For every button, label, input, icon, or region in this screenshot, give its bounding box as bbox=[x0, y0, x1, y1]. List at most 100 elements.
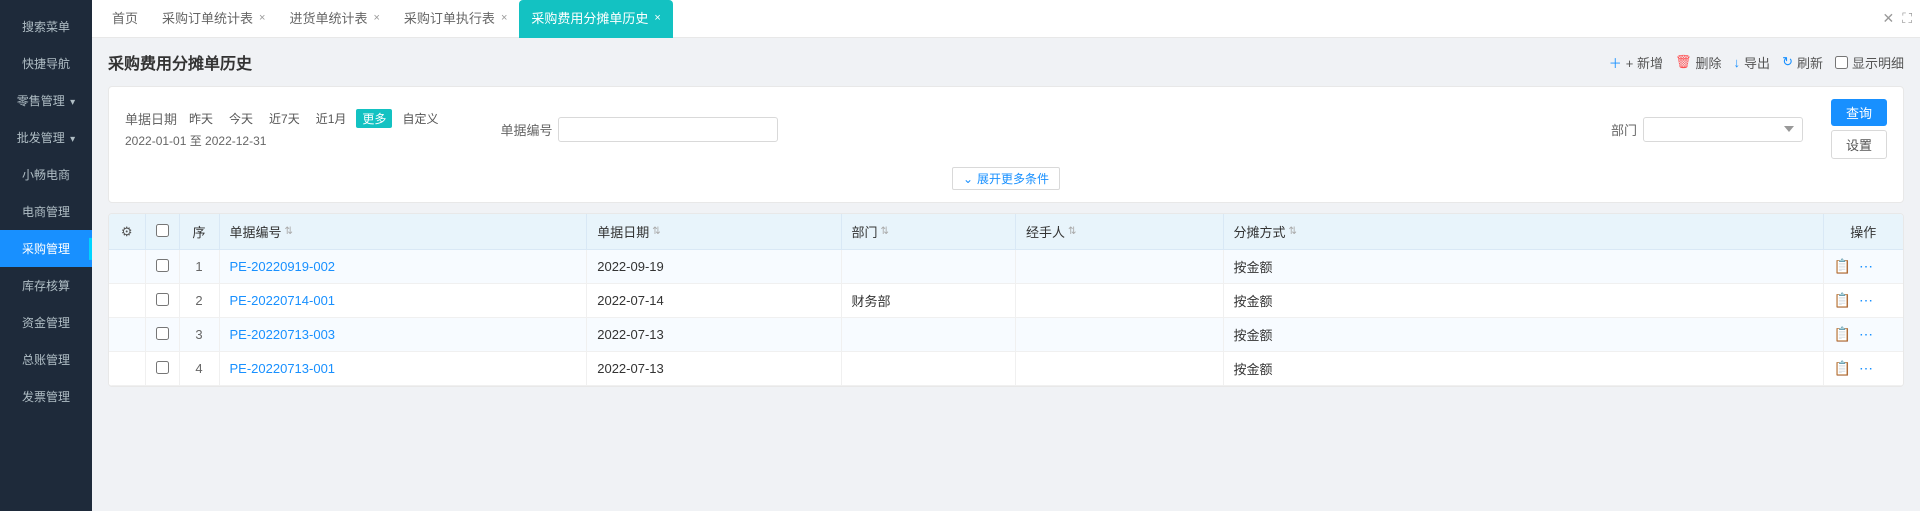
more-icon[interactable]: ⋯ bbox=[1859, 292, 1873, 309]
tab-purchase-order-exec[interactable]: 采购订单执行表 × bbox=[392, 0, 519, 38]
doc-no-input[interactable] bbox=[558, 117, 778, 142]
export-button[interactable]: ↓ 导出 bbox=[1734, 53, 1771, 72]
sidebar-item-finance[interactable]: 资金管理 bbox=[0, 304, 92, 341]
dept-filter: 部门 bbox=[1611, 117, 1803, 142]
th-dept-label: 部门 bbox=[852, 222, 878, 241]
tab-close-icon[interactable]: × bbox=[373, 12, 379, 24]
close-icon[interactable]: ✕ bbox=[1882, 10, 1894, 27]
sidebar-item-ecommerce-small[interactable]: 小畅电商 bbox=[0, 156, 92, 193]
row-doc-no: PE-20220919-002 bbox=[219, 250, 587, 284]
shortcut-today[interactable]: 今天 bbox=[223, 109, 259, 128]
row-gear-cell bbox=[109, 318, 145, 352]
sidebar-item-search[interactable]: 搜索菜单 bbox=[0, 8, 92, 45]
row-ops: 📋 ⋯ bbox=[1823, 352, 1903, 386]
sidebar-item-ledger[interactable]: 总账管理 bbox=[0, 341, 92, 378]
row-num: 2 bbox=[179, 284, 219, 318]
row-ops: 📋 ⋯ bbox=[1823, 318, 1903, 352]
shortcut-custom[interactable]: 自定义 bbox=[396, 109, 444, 128]
sidebar-item-label: 采购管理 bbox=[22, 242, 70, 256]
sidebar-item-wholesale[interactable]: 批发管理 ▾ bbox=[0, 119, 92, 156]
tab-home[interactable]: 首页 bbox=[100, 0, 150, 38]
sidebar-item-label: 快捷导航 bbox=[22, 57, 70, 71]
sidebar-item-label: 发票管理 bbox=[22, 390, 70, 404]
row-gear-cell bbox=[109, 352, 145, 386]
tab-close-icon[interactable]: × bbox=[654, 12, 660, 24]
tab-home-label: 首页 bbox=[112, 8, 138, 27]
sidebar-item-retail[interactable]: 零售管理 ▾ bbox=[0, 82, 92, 119]
chevron-down-icon: ⌄ bbox=[963, 172, 973, 186]
doc-no-link[interactable]: PE-20220713-003 bbox=[230, 327, 336, 342]
tab-label: 进货单统计表 bbox=[289, 8, 367, 27]
setting-button[interactable]: 设置 bbox=[1831, 130, 1887, 159]
add-button[interactable]: ＋ + 新增 bbox=[1609, 53, 1663, 72]
show-label-input[interactable] bbox=[1835, 56, 1848, 69]
more-icon[interactable]: ⋯ bbox=[1859, 360, 1873, 377]
sidebar-item-label: 库存核算 bbox=[22, 279, 70, 293]
table-body: 1 PE-20220919-002 2022-09-19 按金额 📋 ⋯ 2 P… bbox=[109, 250, 1903, 386]
row-handler bbox=[1015, 250, 1223, 284]
sort-icon[interactable]: ⇅ bbox=[1289, 226, 1297, 237]
table-row: 4 PE-20220713-001 2022-07-13 按金额 📋 ⋯ bbox=[109, 352, 1903, 386]
sort-icon[interactable]: ⇅ bbox=[652, 226, 660, 237]
refresh-button[interactable]: ↻ 刷新 bbox=[1782, 53, 1823, 72]
tab-label: 采购订单执行表 bbox=[404, 8, 495, 27]
delete-button[interactable]: 🗑 删除 bbox=[1675, 53, 1722, 72]
fullscreen-icon[interactable]: ⛶ bbox=[1902, 10, 1912, 27]
th-ops: 操作 bbox=[1823, 214, 1903, 250]
row-split-method: 按金额 bbox=[1223, 250, 1823, 284]
row-num: 4 bbox=[179, 352, 219, 386]
doc-no-link[interactable]: PE-20220919-002 bbox=[230, 259, 336, 274]
th-num: 序 bbox=[179, 214, 219, 250]
edit-icon[interactable]: 📋 bbox=[1834, 360, 1851, 377]
date-range: 2022-01-01 至 2022-12-31 bbox=[125, 132, 444, 149]
th-split-method: 分摊方式 ⇅ bbox=[1223, 214, 1823, 250]
tab-close-icon[interactable]: × bbox=[501, 12, 507, 24]
row-split-method: 按金额 bbox=[1223, 352, 1823, 386]
shortcut-more[interactable]: 更多 bbox=[356, 109, 392, 128]
tab-goods-in-stats[interactable]: 进货单统计表 × bbox=[277, 0, 391, 38]
tab-close-icon[interactable]: × bbox=[259, 12, 265, 24]
row-checkbox[interactable] bbox=[156, 327, 169, 340]
expand-label: 展开更多条件 bbox=[977, 170, 1049, 187]
sort-icon[interactable]: ⇅ bbox=[285, 226, 293, 237]
table-container: ⚙ 序 单据编号 ⇅ bbox=[108, 213, 1904, 387]
sidebar-item-shortcuts[interactable]: 快捷导航 bbox=[0, 45, 92, 82]
row-checkbox[interactable] bbox=[156, 361, 169, 374]
sidebar-item-invoice[interactable]: 发票管理 bbox=[0, 378, 92, 415]
edit-icon[interactable]: 📋 bbox=[1834, 326, 1851, 343]
row-checkbox[interactable] bbox=[156, 293, 169, 306]
sidebar-item-ecommerce[interactable]: 电商管理 bbox=[0, 193, 92, 230]
th-handler: 经手人 ⇅ bbox=[1015, 214, 1223, 250]
th-split-method-label: 分摊方式 bbox=[1234, 222, 1286, 241]
refresh-label: 刷新 bbox=[1797, 53, 1823, 72]
expand-more-button[interactable]: ⌄ 展开更多条件 bbox=[952, 167, 1060, 190]
edit-icon[interactable]: 📋 bbox=[1834, 258, 1851, 275]
query-buttons: 查询 设置 bbox=[1831, 99, 1887, 159]
more-icon[interactable]: ⋯ bbox=[1859, 258, 1873, 275]
th-dept: 部门 ⇅ bbox=[841, 214, 1015, 250]
shortcut-yesterday[interactable]: 昨天 bbox=[183, 109, 219, 128]
dept-select[interactable] bbox=[1643, 117, 1803, 142]
sidebar-item-label: 电商管理 bbox=[22, 205, 70, 219]
sidebar-item-inventory[interactable]: 库存核算 bbox=[0, 267, 92, 304]
gear-icon[interactable]: ⚙ bbox=[121, 224, 133, 239]
delete-label: 删除 bbox=[1696, 53, 1722, 72]
doc-no-link[interactable]: PE-20220714-001 bbox=[230, 293, 336, 308]
doc-no-link[interactable]: PE-20220713-001 bbox=[230, 361, 336, 376]
sidebar-item-purchase[interactable]: 采购管理 bbox=[0, 230, 92, 267]
query-button[interactable]: 查询 bbox=[1831, 99, 1887, 126]
tab-purchase-cost-history[interactable]: 采购费用分摊单历史 × bbox=[519, 0, 672, 38]
show-label-checkbox[interactable]: 显示明细 bbox=[1835, 53, 1904, 72]
row-doc-date: 2022-07-13 bbox=[587, 318, 841, 352]
select-all-checkbox[interactable] bbox=[156, 224, 169, 237]
row-checkbox[interactable] bbox=[156, 259, 169, 272]
tab-purchase-order-stats[interactable]: 采购订单统计表 × bbox=[150, 0, 277, 38]
sidebar-item-label: 小畅电商 bbox=[22, 168, 70, 182]
sort-icon[interactable]: ⇅ bbox=[881, 226, 889, 237]
more-icon[interactable]: ⋯ bbox=[1859, 326, 1873, 343]
sort-icon[interactable]: ⇅ bbox=[1068, 226, 1076, 237]
sidebar-item-label: 资金管理 bbox=[22, 316, 70, 330]
edit-icon[interactable]: 📋 bbox=[1834, 292, 1851, 309]
shortcut-7days[interactable]: 近7天 bbox=[263, 109, 306, 128]
shortcut-1month[interactable]: 近1月 bbox=[310, 109, 353, 128]
